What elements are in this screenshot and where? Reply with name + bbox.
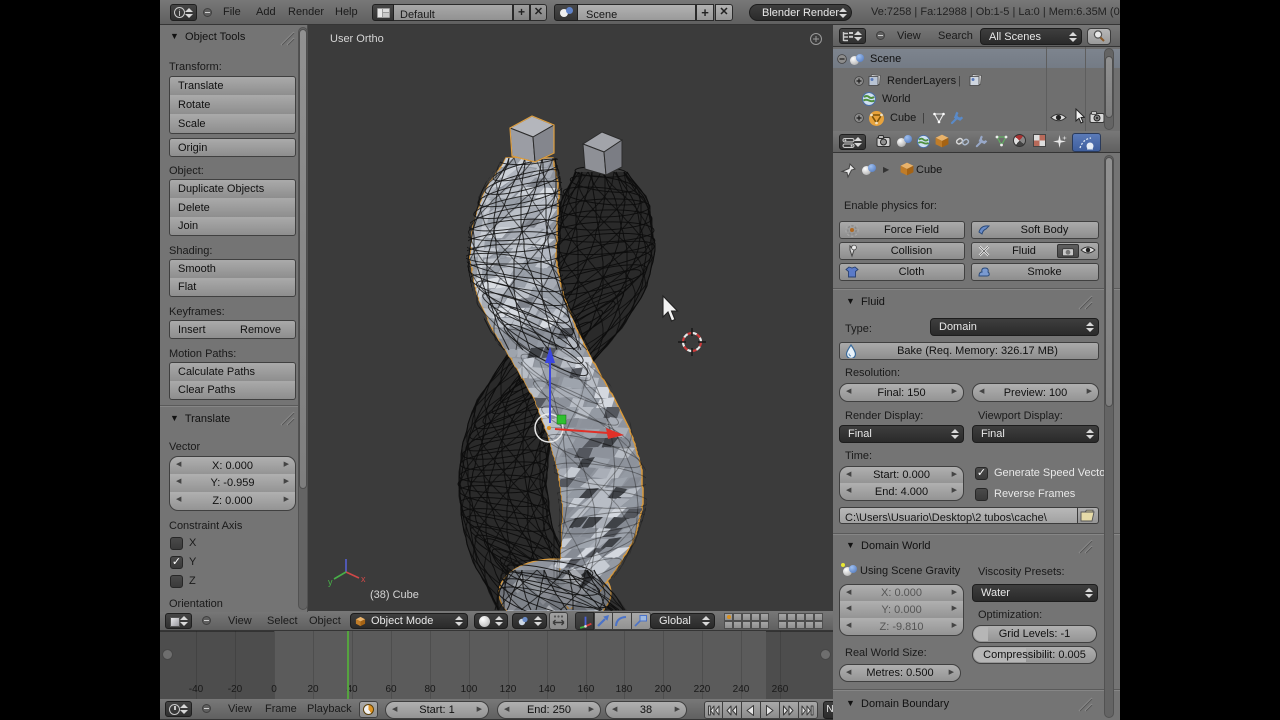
svg-text:x: x (361, 574, 366, 584)
svg-text:(38) Cube: (38) Cube (370, 589, 419, 601)
svg-text:y: y (328, 577, 333, 587)
svg-text:User Ortho: User Ortho (330, 33, 384, 45)
